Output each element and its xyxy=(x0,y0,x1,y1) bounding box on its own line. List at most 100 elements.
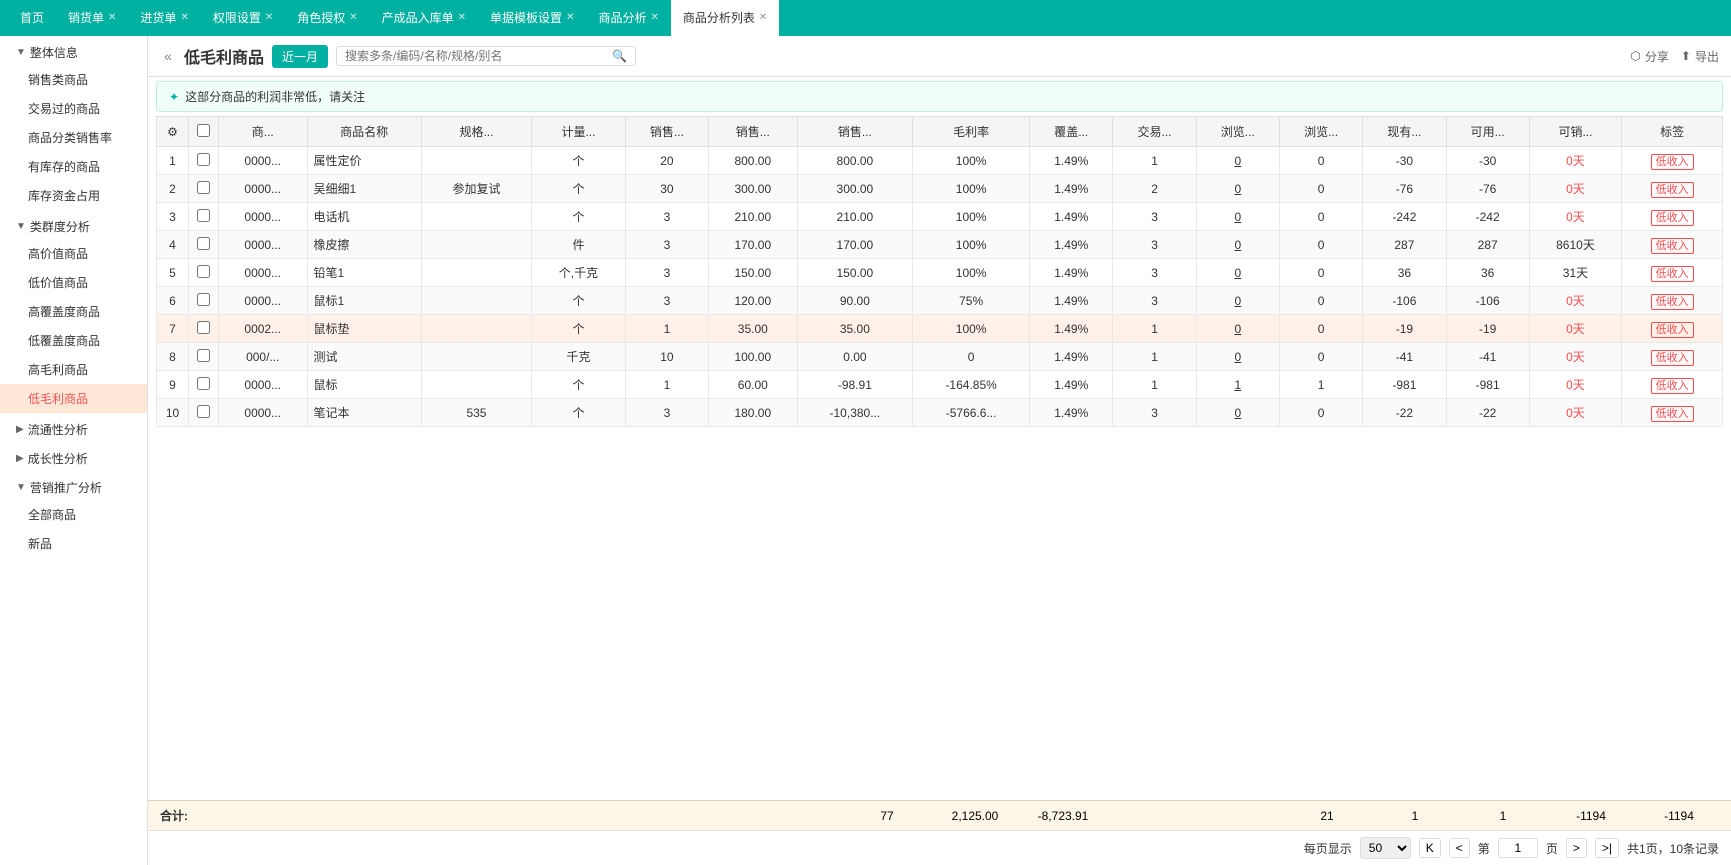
row-browse1[interactable]: 0 xyxy=(1196,259,1279,287)
close-icon[interactable]: ✕ xyxy=(650,0,658,36)
row-checkbox[interactable] xyxy=(197,293,210,306)
search-icon[interactable]: 🔍 xyxy=(612,49,627,63)
sidebar-section-cluster[interactable]: ▼ 类群度分析 xyxy=(0,210,147,239)
close-icon[interactable]: ✕ xyxy=(566,0,574,36)
row-code: 0000... xyxy=(219,147,308,175)
row-browse1[interactable]: 0 xyxy=(1196,147,1279,175)
nav-goods-analysis-list[interactable]: 商品分析列表 ✕ xyxy=(671,0,779,36)
row-checkbox[interactable] xyxy=(197,209,210,222)
filter-recent-month-button[interactable]: 近一月 xyxy=(272,45,328,68)
row-no: 2 xyxy=(157,175,189,203)
row-checkbox-cell[interactable] xyxy=(189,287,219,315)
nav-product-inbound[interactable]: 产成品入库单 ✕ xyxy=(370,0,478,36)
close-icon[interactable]: ✕ xyxy=(759,0,767,36)
nav-template-settings[interactable]: 单据模板设置 ✕ xyxy=(478,0,586,36)
row-checkbox-cell[interactable] xyxy=(189,231,219,259)
export-icon: ⬆ xyxy=(1681,49,1691,63)
sidebar-item-low-margin[interactable]: 低毛利商品 xyxy=(0,384,147,413)
col-margin: 毛利率 xyxy=(913,117,1030,147)
row-browse1[interactable]: 0 xyxy=(1196,343,1279,371)
page-number-input[interactable] xyxy=(1498,838,1538,858)
row-stock1: -981 xyxy=(1363,371,1446,399)
row-checkbox-cell[interactable] xyxy=(189,371,219,399)
row-checkbox[interactable] xyxy=(197,181,210,194)
prev-page-button[interactable]: < xyxy=(1449,838,1470,858)
nav-role-auth[interactable]: 角色授权 ✕ xyxy=(285,0,369,36)
row-sales2: 210.00 xyxy=(709,203,798,231)
select-all-checkbox[interactable] xyxy=(197,124,210,137)
first-page-button[interactable]: K xyxy=(1419,838,1441,858)
row-checkbox[interactable] xyxy=(197,349,210,362)
close-icon[interactable]: ✕ xyxy=(108,0,116,36)
row-margin: 0 xyxy=(913,343,1030,371)
row-checkbox[interactable] xyxy=(197,153,210,166)
sidebar-item-low-coverage[interactable]: 低覆盖度商品 xyxy=(0,326,147,355)
sidebar-section-growth[interactable]: ▶ 成长性分析 xyxy=(0,442,147,471)
row-sales1: 1 xyxy=(625,371,708,399)
row-checkbox[interactable] xyxy=(197,405,210,418)
row-checkbox[interactable] xyxy=(197,377,210,390)
row-checkbox-cell[interactable] xyxy=(189,343,219,371)
footer-trade-total: 21 xyxy=(1287,809,1367,823)
sidebar-section-liquidity[interactable]: ▶ 流通性分析 xyxy=(0,413,147,442)
row-trade: 2 xyxy=(1113,175,1196,203)
sidebar-item-high-value[interactable]: 高价值商品 xyxy=(0,239,147,268)
row-stock2: 287 xyxy=(1446,231,1529,259)
close-icon[interactable]: ✕ xyxy=(180,0,188,36)
nav-sales-order[interactable]: 销货单 ✕ xyxy=(56,0,128,36)
row-coverage: 1.49% xyxy=(1030,147,1113,175)
search-input[interactable] xyxy=(345,49,612,63)
close-icon[interactable]: ✕ xyxy=(265,0,273,36)
row-days: 0天 xyxy=(1529,399,1621,427)
row-sales2: 180.00 xyxy=(709,399,798,427)
col-spec: 规格... xyxy=(421,117,531,147)
sidebar-item-high-margin[interactable]: 高毛利商品 xyxy=(0,355,147,384)
row-checkbox[interactable] xyxy=(197,321,210,334)
row-spec xyxy=(421,147,531,175)
row-browse1[interactable]: 0 xyxy=(1196,315,1279,343)
per-page-select[interactable]: 50 100 200 xyxy=(1360,837,1411,859)
sidebar-item-all-goods[interactable]: 全部商品 xyxy=(0,500,147,529)
row-checkbox-cell[interactable] xyxy=(189,399,219,427)
nav-home[interactable]: 首页 xyxy=(8,0,56,36)
sidebar-collapse-button[interactable]: « xyxy=(160,48,176,64)
sidebar-item-stock-capital[interactable]: 库存资金占用 xyxy=(0,181,147,210)
nav-permissions[interactable]: 权限设置 ✕ xyxy=(201,0,285,36)
row-browse1[interactable]: 0 xyxy=(1196,231,1279,259)
last-page-button[interactable]: >| xyxy=(1595,838,1619,858)
row-browse1[interactable]: 1 xyxy=(1196,371,1279,399)
sidebar-item-category-sales-rate[interactable]: 商品分类销售率 xyxy=(0,123,147,152)
row-browse1[interactable]: 0 xyxy=(1196,203,1279,231)
table-container[interactable]: ⚙ 商... 商品名称 规格... 计量... 销售... 销售... 销售..… xyxy=(148,116,1731,800)
table-row: 6 0000... 鼠标1 个 3 120.00 90.00 75% 1.49%… xyxy=(157,287,1723,315)
row-checkbox-cell[interactable] xyxy=(189,175,219,203)
row-browse1[interactable]: 0 xyxy=(1196,175,1279,203)
nav-purchase-order[interactable]: 进货单 ✕ xyxy=(128,0,200,36)
sidebar-item-sales-goods[interactable]: 销售类商品 xyxy=(0,65,147,94)
sidebar-item-low-value[interactable]: 低价值商品 xyxy=(0,268,147,297)
col-stock3: 可销... xyxy=(1529,117,1621,147)
export-button[interactable]: ⬆ 导出 xyxy=(1681,48,1719,65)
sidebar-item-high-coverage[interactable]: 高覆盖度商品 xyxy=(0,297,147,326)
col-settings[interactable]: ⚙ xyxy=(157,117,189,147)
close-icon[interactable]: ✕ xyxy=(349,0,357,36)
share-button[interactable]: ⬡ 分享 xyxy=(1630,48,1669,65)
row-checkbox-cell[interactable] xyxy=(189,203,219,231)
sidebar-item-stocked-goods[interactable]: 有库存的商品 xyxy=(0,152,147,181)
sidebar-section-marketing[interactable]: ▼ 营销推广分析 xyxy=(0,471,147,500)
close-icon[interactable]: ✕ xyxy=(458,0,466,36)
row-checkbox[interactable] xyxy=(197,265,210,278)
nav-goods-analysis[interactable]: 商品分析 ✕ xyxy=(586,0,670,36)
row-browse1[interactable]: 0 xyxy=(1196,287,1279,315)
row-checkbox[interactable] xyxy=(197,237,210,250)
next-page-button[interactable]: > xyxy=(1566,838,1587,858)
col-checkbox[interactable] xyxy=(189,117,219,147)
row-name: 吴细细1 xyxy=(307,175,421,203)
row-checkbox-cell[interactable] xyxy=(189,147,219,175)
row-checkbox-cell[interactable] xyxy=(189,259,219,287)
row-checkbox-cell[interactable] xyxy=(189,315,219,343)
sidebar-item-new-goods[interactable]: 新品 xyxy=(0,529,147,558)
sidebar-section-overall[interactable]: ▼ 整体信息 xyxy=(0,36,147,65)
sidebar-item-traded-goods[interactable]: 交易过的商品 xyxy=(0,94,147,123)
row-browse1[interactable]: 0 xyxy=(1196,399,1279,427)
